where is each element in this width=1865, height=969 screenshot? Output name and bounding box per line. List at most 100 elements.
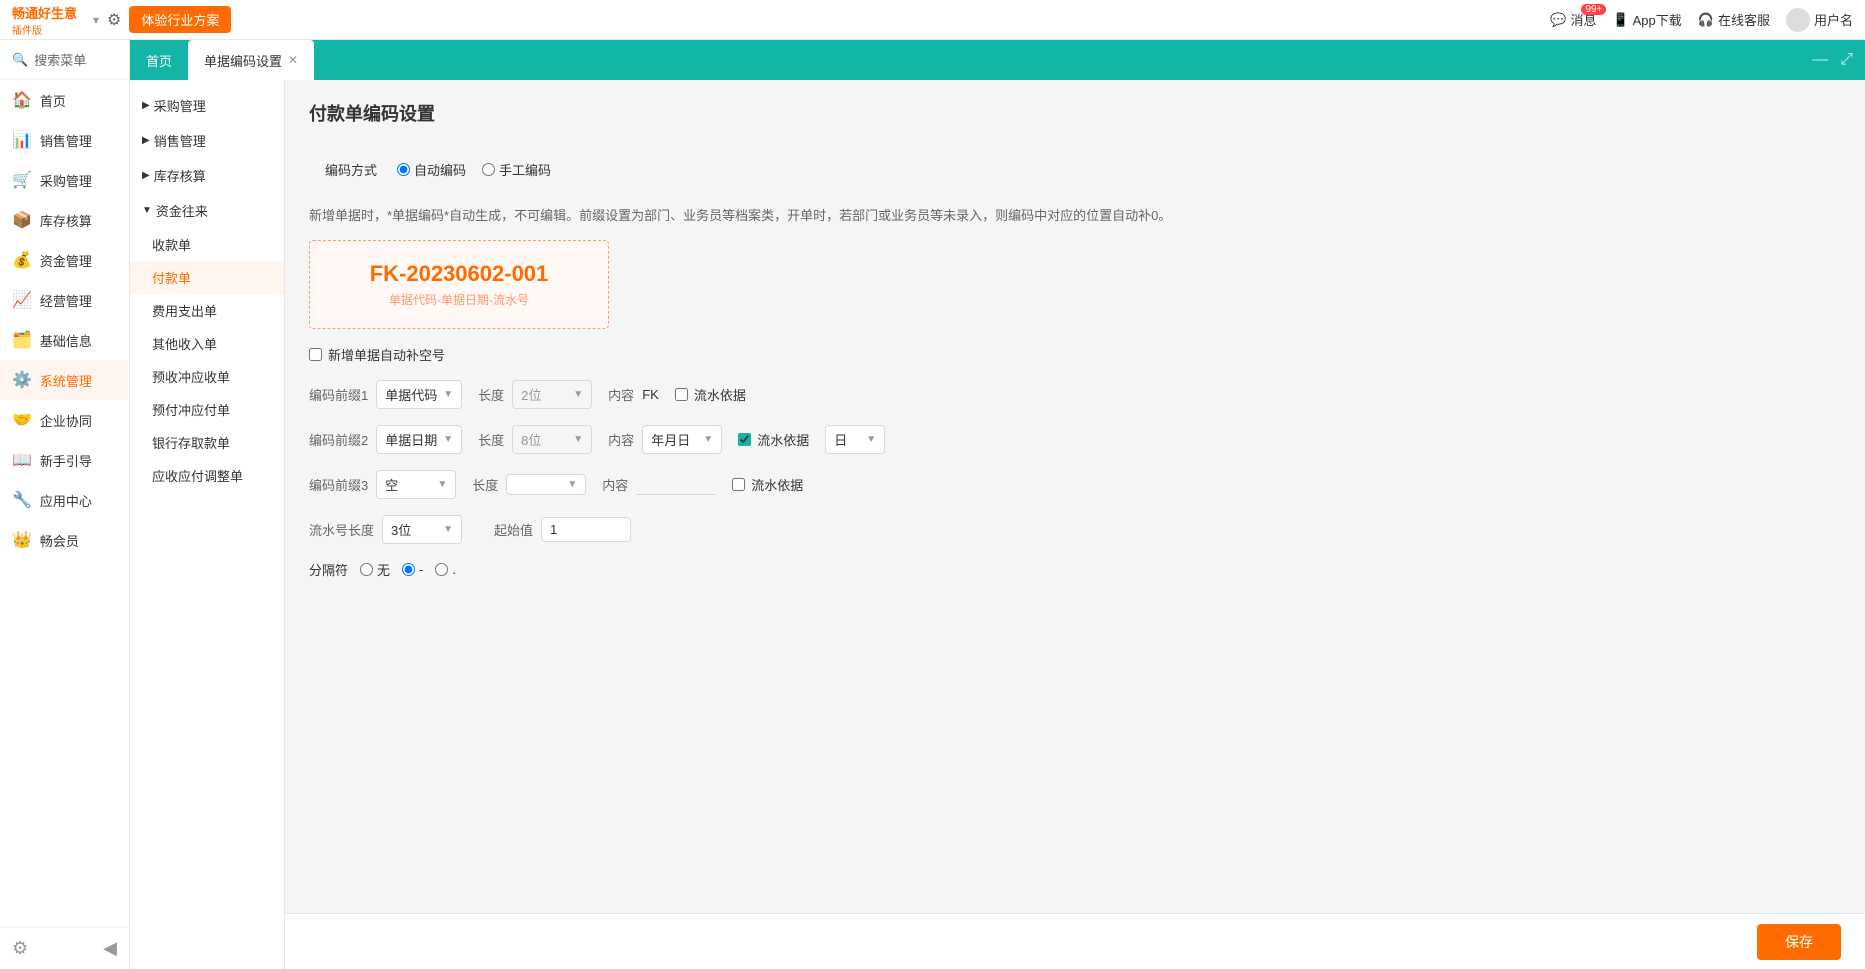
prefix1-serial-checkbox[interactable] [675,388,688,401]
prefix1-row: 编码前缀1 单据代码 ▼ 长度 2位 ▼ [309,380,1841,409]
auto-fill-checkbox[interactable] [309,348,322,361]
chevron-down-icon: ▼ [142,205,152,216]
sidebar-item-basic[interactable]: 🗂️ 基础信息 [0,320,129,360]
chevron-right-icon: ▶ [142,170,150,181]
customer-service-btn[interactable]: 🎧 在线客服 [1698,10,1770,29]
separator-none[interactable]: 无 [360,560,390,579]
tab-home[interactable]: 首页 [130,40,188,80]
sub-item-payment[interactable]: 付款单 [130,261,284,294]
serial-length-select[interactable]: 3位 ▼ [382,515,462,544]
main-layout: 🔍 搜索菜单 🏠 首页 📊 销售管理 🛒 采购管理 📦 库存核算 💰 资金管理 … [0,40,1865,969]
message-btn[interactable]: 💬 消息 99+ [1550,10,1596,29]
sidebar-item-system[interactable]: ⚙️ 系统管理 [0,360,129,400]
info-text: 新增单据时，*单据编码*自动生成，不可编辑。前缀设置为部门、业务员等档案类，开单… [309,205,1841,224]
prefix3-field: 编码前缀3 空 ▼ [309,470,456,499]
basic-icon: 🗂️ [12,330,32,350]
chevron-down-icon: ▼ [437,479,447,490]
sub-group-sales: ▶ 销售管理 [130,123,284,158]
sub-group-purchase: ▶ 采购管理 [130,88,284,123]
prefix2-content-label: 内容 [608,430,634,449]
prefix2-row: 编码前缀2 单据日期 ▼ 长度 8位 ▼ [309,425,1841,454]
encoding-label: 编码方式 [325,160,377,179]
prefix3-length-field: 长度 ▼ [472,474,586,495]
sub-sidebar: ▶ 采购管理 ▶ 销售管理 ▶ 库存核算 [130,80,285,969]
sidebar-item-sales[interactable]: 📊 销售管理 [0,120,129,160]
system-icon: ⚙️ [12,370,32,390]
encoding-method-row: 编码方式 自动编码 手工编码 [309,150,1841,189]
chevron-down-icon: ▼ [443,524,453,535]
sub-group-sales-header[interactable]: ▶ 销售管理 [130,123,284,158]
prefix1-label: 编码前缀1 [309,385,368,404]
sales-icon: 📊 [12,130,32,150]
prefix2-serial-row: 流水依据 [738,430,809,449]
search-menu[interactable]: 🔍 搜索菜单 [0,40,129,80]
prefix2-serial-checkbox[interactable] [738,433,751,446]
sub-item-advance-payment[interactable]: 预付冲应付单 [130,393,284,426]
sidebar-item-home[interactable]: 🏠 首页 [0,80,129,120]
sub-item-advance-receipt[interactable]: 预收冲应收单 [130,360,284,393]
sidebar-item-purchase[interactable]: 🛒 采购管理 [0,160,129,200]
start-value-input[interactable] [541,517,631,542]
sub-item-receivable-adjust[interactable]: 应收应付调整单 [130,459,284,492]
radio-manual[interactable]: 手工编码 [482,160,551,179]
nav-collapse-icon[interactable]: ◀ [103,938,117,959]
code-preview-main: FK-20230602-001 [334,261,584,287]
app-download-btn[interactable]: 📱 App下载 [1612,10,1681,29]
sidebar-item-inventory[interactable]: 📦 库存核算 [0,200,129,240]
inventory-icon: 📦 [12,210,32,230]
sidebar-item-apps[interactable]: 🔧 应用中心 [0,480,129,520]
avatar [1786,8,1810,32]
trial-btn[interactable]: 体验行业方案 [129,6,231,33]
sub-group-capital-header[interactable]: ▼ 资金往来 [130,193,284,228]
sub-item-expense[interactable]: 费用支出单 [130,294,284,327]
start-value-label: 起始值 [494,520,533,539]
save-button[interactable]: 保存 [1757,924,1841,960]
sub-item-other-income[interactable]: 其他收入单 [130,327,284,360]
settings-icon[interactable]: ⚙ [107,10,121,30]
sub-group-inventory: ▶ 库存核算 [130,158,284,193]
prefix3-length-select[interactable]: ▼ [506,474,586,495]
left-nav-bottom: ⚙ ◀ [0,927,129,969]
workspace-dropdown[interactable]: ▾ [93,13,99,27]
tab-close-icon[interactable]: ✕ [288,53,298,67]
prefix1-select[interactable]: 单据代码 ▼ [376,380,462,409]
nav-settings-icon[interactable]: ⚙ [12,938,28,959]
prefix2-select[interactable]: 单据日期 ▼ [376,425,462,454]
prefix1-field: 编码前缀1 单据代码 ▼ [309,380,462,409]
prefix3-serial-checkbox[interactable] [732,478,745,491]
encoding-radio-group: 自动编码 手工编码 [397,160,551,179]
prefix2-length-select: 8位 ▼ [512,425,592,454]
sidebar-item-guide[interactable]: 📖 新手引导 [0,440,129,480]
separator-dash[interactable]: - [402,562,423,577]
sub-item-receipt[interactable]: 收款单 [130,228,284,261]
top-bar-right: 💬 消息 99+ 📱 App下载 🎧 在线客服 用户名 [1550,8,1853,32]
sidebar-item-cooperation[interactable]: 🤝 企业协同 [0,400,129,440]
radio-auto[interactable]: 自动编码 [397,160,466,179]
user-menu[interactable]: 用户名 [1786,8,1853,32]
prefix2-content-select[interactable]: 年月日 ▼ [642,425,722,454]
prefix3-serial-row: 流水依据 [732,475,803,494]
prefix3-content-input[interactable] [636,475,716,495]
sub-item-bank-deposit[interactable]: 银行存取款单 [130,426,284,459]
sub-group-capital: ▼ 资金往来 收款单 付款单 费用支出单 其他收入单 预收冲应收单 预付冲应付单… [130,193,284,492]
sub-group-inventory-header[interactable]: ▶ 库存核算 [130,158,284,193]
tab-minimize-icon[interactable]: — [1812,51,1828,69]
chevron-down-icon: ▼ [866,434,876,445]
prefix3-row: 编码前缀3 空 ▼ 长度 ▼ [309,470,1841,499]
purchase-icon: 🛒 [12,170,32,190]
prefix3-label: 编码前缀3 [309,475,368,494]
prefix3-select[interactable]: 空 ▼ [376,470,456,499]
sub-group-purchase-header[interactable]: ▶ 采购管理 [130,88,284,123]
prefix1-content-field: 内容 FK [608,385,659,404]
prefix2-granularity-select[interactable]: 日 ▼ [825,425,885,454]
prefix1-content-value: FK [642,387,659,402]
tab-encoding[interactable]: 单据编码设置 ✕ [188,40,314,80]
chevron-down-icon: ▼ [573,389,583,400]
sidebar-item-member[interactable]: 👑 畅会员 [0,520,129,560]
sidebar-item-operations[interactable]: 📈 经营管理 [0,280,129,320]
sidebar-item-finance[interactable]: 💰 资金管理 [0,240,129,280]
separator-dot[interactable]: . [435,562,456,577]
page-title: 付款单编码设置 [309,100,1841,126]
tab-expand-icon[interactable]: ⤢ [1840,51,1853,69]
chevron-down-icon: ▼ [567,479,577,490]
